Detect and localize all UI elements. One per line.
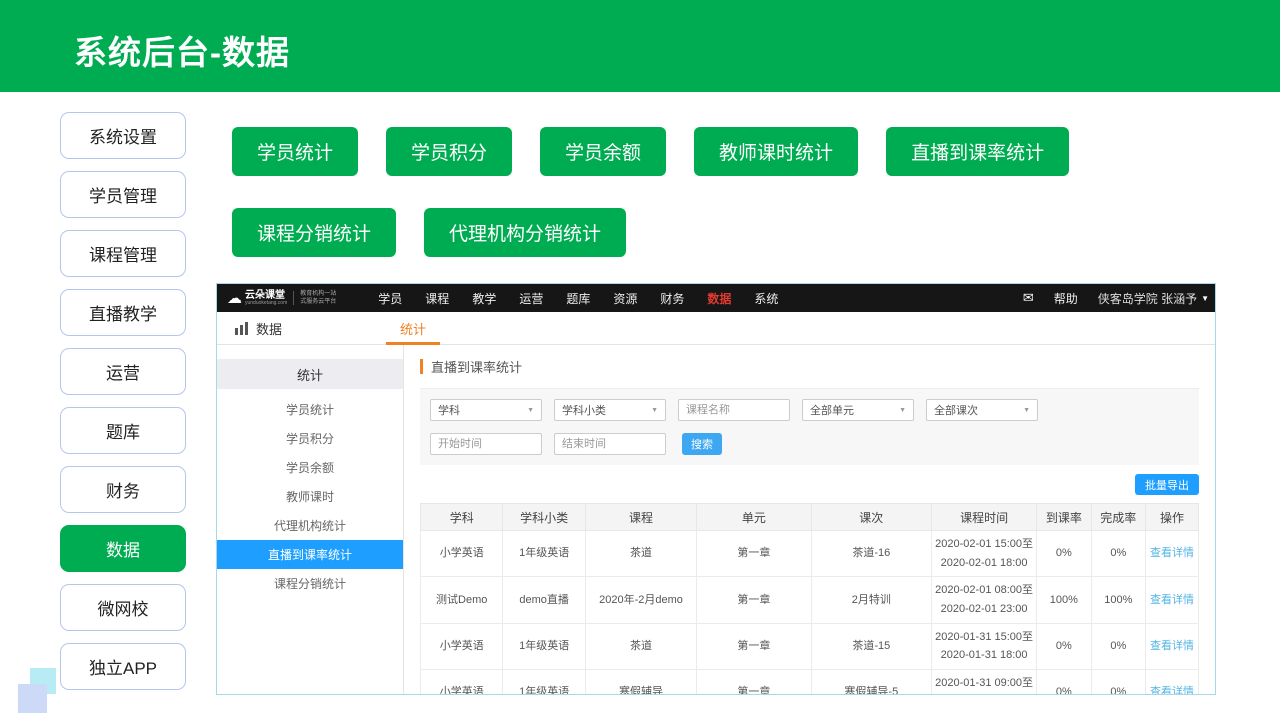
logo-divider <box>293 291 294 305</box>
app-screenshot: ☁ 云朵课堂 yunduoketang.com 教育机构一站 式服务云平台 学员… <box>216 283 1216 695</box>
bar-chart-icon <box>235 322 249 335</box>
app-logo[interactable]: ☁ 云朵课堂 yunduoketang.com 教育机构一站 式服务云平台 <box>217 290 336 307</box>
sidebar-item-finance[interactable]: 财务 <box>60 466 186 513</box>
sidebar-item-operation[interactable]: 运营 <box>60 348 186 395</box>
stats-menu: 统计 学员统计 学员积分 学员余额 教师课时 代理机构统计 直播到课率统计 课程… <box>217 345 404 695</box>
page-title: 系统后台-数据 <box>0 0 1280 74</box>
view-details-link[interactable]: 查看详情 <box>1150 640 1194 652</box>
account-name: 侠客岛学院 张涵予 <box>1098 290 1197 307</box>
sidebar-item-system-settings[interactable]: 系统设置 <box>60 112 186 159</box>
menu-item-student-points[interactable]: 学员积分 <box>217 424 403 453</box>
nav-item-teaching[interactable]: 教学 <box>472 290 496 307</box>
col-completion-rate: 完成率 <box>1091 504 1145 531</box>
chevron-down-icon: ▼ <box>527 407 534 414</box>
nav-item-system[interactable]: 系统 <box>754 290 778 307</box>
chevron-down-icon: ▼ <box>1023 407 1030 414</box>
attendance-table: 学科 学科小类 课程 单元 课次 课程时间 到课率 完成率 操作 小学英语 1年 <box>420 503 1199 695</box>
table-header-row: 学科 学科小类 课程 单元 课次 课程时间 到课率 完成率 操作 <box>421 504 1199 531</box>
subject-select[interactable]: 学科▼ <box>430 399 542 421</box>
subject-subcategory-select[interactable]: 学科小类▼ <box>554 399 666 421</box>
quick-btn-student-points[interactable]: 学员积分 <box>386 127 512 176</box>
stats-panel: 直播到课率统计 学科▼ 学科小类▼ 全部单元▼ 全部课次▼ <box>404 345 1215 695</box>
cloud-logo-icon: ☁ <box>227 291 242 306</box>
col-course: 课程 <box>585 504 696 531</box>
search-button[interactable]: 搜索 <box>682 433 722 455</box>
nav-item-students[interactable]: 学员 <box>378 290 402 307</box>
chevron-down-icon: ▼ <box>1201 294 1209 303</box>
export-row: 批量导出 <box>420 465 1199 503</box>
col-subject-sub: 学科小类 <box>503 504 585 531</box>
sidebar-item-live-teaching[interactable]: 直播教学 <box>60 289 186 336</box>
nav-item-question-bank[interactable]: 题库 <box>566 290 590 307</box>
table-row: 测试Demo demo直播 2020年-2月demo 第一章 2月特训 2020… <box>421 577 1199 623</box>
mail-icon[interactable]: ✉ <box>1023 290 1034 306</box>
logo-tagline: 教育机构一站 式服务云平台 <box>300 290 336 307</box>
view-details-link[interactable]: 查看详情 <box>1150 594 1194 606</box>
tab-active-underline <box>386 342 440 345</box>
subheader: 数据 统计 <box>217 312 1215 345</box>
quick-btn-teacher-hours[interactable]: 教师课时统计 <box>694 127 858 176</box>
sidebar-item-course-mgmt[interactable]: 课程管理 <box>60 230 186 277</box>
logo-url: yunduoketang.com <box>245 301 287 307</box>
menu-item-live-attendance[interactable]: 直播到课率统计 <box>217 540 403 569</box>
quick-btn-agency-distribution[interactable]: 代理机构分销统计 <box>424 208 626 257</box>
nav-item-operation[interactable]: 运营 <box>519 290 543 307</box>
col-attendance-rate: 到课率 <box>1037 504 1091 531</box>
col-unit: 单元 <box>697 504 811 531</box>
lesson-select[interactable]: 全部课次▼ <box>926 399 1038 421</box>
table-row: 小学英语 1年级英语 寒假辅导 第一章 寒假辅导-5 2020-01-31 09… <box>421 670 1199 695</box>
view-details-link[interactable]: 查看详情 <box>1150 547 1194 559</box>
account-menu[interactable]: 侠客岛学院 张涵予 ▼ <box>1098 290 1209 307</box>
sidebar-item-data[interactable]: 数据 <box>60 525 186 572</box>
start-time-input[interactable] <box>430 433 542 455</box>
nav-item-data[interactable]: 数据 <box>707 290 731 307</box>
quick-buttons: 学员统计 学员积分 学员余额 教师课时统计 直播到课率统计 课程分销统计 代理机… <box>232 127 1069 289</box>
view-details-link[interactable]: 查看详情 <box>1150 686 1194 695</box>
nav-item-resources[interactable]: 资源 <box>613 290 637 307</box>
title-accent-bar <box>420 359 423 374</box>
menu-item-student-balance[interactable]: 学员余额 <box>217 453 403 482</box>
end-time-input[interactable] <box>554 433 666 455</box>
page-banner: 系统后台-数据 <box>0 0 1280 92</box>
menu-item-teacher-hours[interactable]: 教师课时 <box>217 482 403 511</box>
sidebar-item-question-bank[interactable]: 题库 <box>60 407 186 454</box>
col-time: 课程时间 <box>932 504 1037 531</box>
table-row: 小学英语 1年级英语 茶道 第一章 茶道-15 2020-01-31 15:00… <box>421 623 1199 669</box>
sidebar-item-standalone-app[interactable]: 独立APP <box>60 643 186 690</box>
batch-export-button[interactable]: 批量导出 <box>1135 474 1199 495</box>
quick-btn-course-distribution[interactable]: 课程分销统计 <box>232 208 396 257</box>
menu-item-course-distribution[interactable]: 课程分销统计 <box>217 569 403 598</box>
quick-btn-live-attendance[interactable]: 直播到课率统计 <box>886 127 1069 176</box>
nav-item-courses[interactable]: 课程 <box>425 290 449 307</box>
app-nav-menu: 学员 课程 教学 运营 题库 资源 财务 数据 系统 <box>378 290 778 307</box>
quick-btn-student-stats[interactable]: 学员统计 <box>232 127 358 176</box>
col-actions: 操作 <box>1146 504 1199 531</box>
sidebar: 系统设置 学员管理 课程管理 直播教学 运营 题库 财务 数据 微网校 独立AP… <box>60 112 186 690</box>
course-name-input[interactable] <box>678 399 790 421</box>
chevron-down-icon: ▼ <box>651 407 658 414</box>
filter-section: 学科▼ 学科小类▼ 全部单元▼ 全部课次▼ 搜索 <box>420 389 1199 465</box>
col-subject: 学科 <box>421 504 503 531</box>
sidebar-item-micro-school[interactable]: 微网校 <box>60 584 186 631</box>
help-link[interactable]: 帮助 <box>1054 290 1078 307</box>
tab-statistics[interactable]: 统计 <box>400 312 426 345</box>
unit-select[interactable]: 全部单元▼ <box>802 399 914 421</box>
table-row: 小学英语 1年级英语 茶道 第一章 茶道-16 2020-02-01 15:00… <box>421 531 1199 577</box>
stats-menu-header: 统计 <box>217 359 403 389</box>
decoration-square-lavender <box>18 684 47 713</box>
breadcrumb-label: 数据 <box>256 319 282 338</box>
menu-item-agency-stats[interactable]: 代理机构统计 <box>217 511 403 540</box>
col-lesson: 课次 <box>811 504 932 531</box>
app-navbar: ☁ 云朵课堂 yunduoketang.com 教育机构一站 式服务云平台 学员… <box>217 284 1215 312</box>
menu-item-student-stats[interactable]: 学员统计 <box>217 395 403 424</box>
chevron-down-icon: ▼ <box>899 407 906 414</box>
panel-title: 直播到课率统计 <box>420 357 1199 389</box>
nav-item-finance[interactable]: 财务 <box>660 290 684 307</box>
quick-btn-student-balance[interactable]: 学员余额 <box>540 127 666 176</box>
navbar-right: ✉ 帮助 侠客岛学院 张涵予 ▼ <box>1023 290 1215 307</box>
sidebar-item-student-mgmt[interactable]: 学员管理 <box>60 171 186 218</box>
breadcrumb: 数据 <box>235 319 282 338</box>
